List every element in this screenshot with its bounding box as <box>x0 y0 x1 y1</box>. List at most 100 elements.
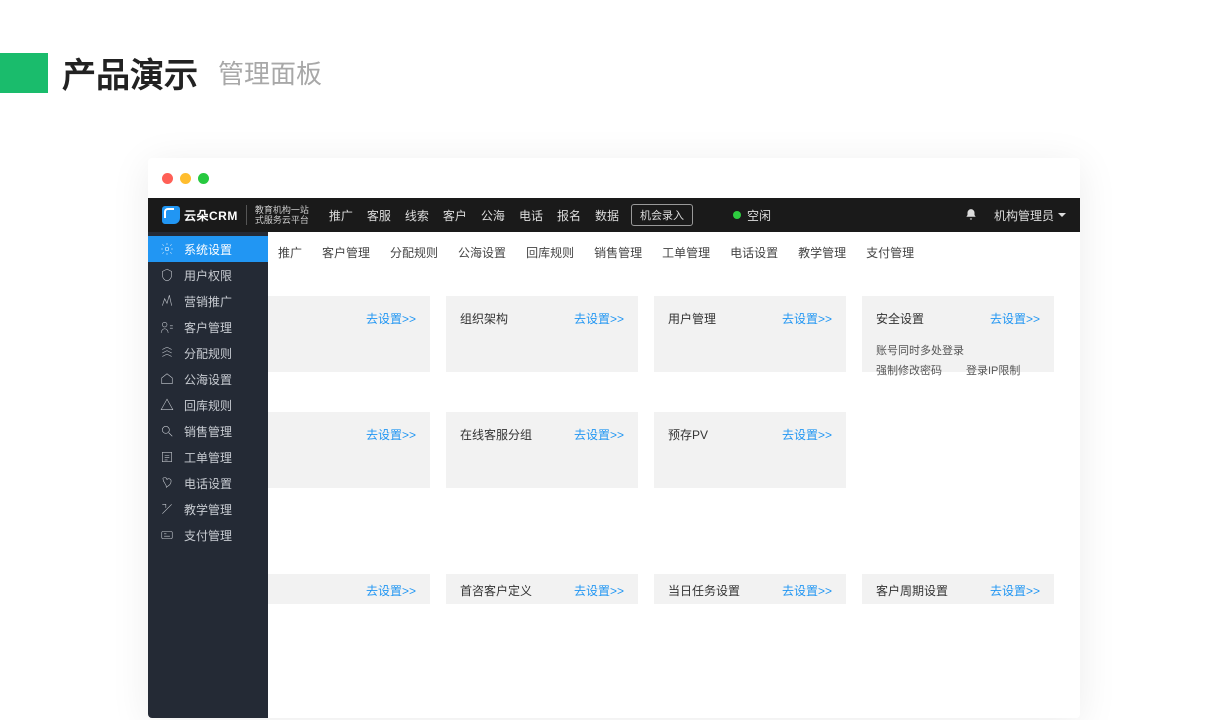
go-settings-link[interactable]: 去设置>> <box>366 426 416 443</box>
sub-item: 账号同时多处登录 <box>876 342 964 358</box>
nav-item-6[interactable]: 报名 <box>557 207 581 224</box>
tab-7[interactable]: 电话设置 <box>720 238 788 267</box>
go-settings-link[interactable]: 去设置>> <box>366 582 416 599</box>
go-settings-link[interactable]: 去设置>> <box>990 582 1040 599</box>
tab-8[interactable]: 教学管理 <box>788 238 856 267</box>
sidebar-icon <box>160 346 174 360</box>
top-nav: 云朵CRM 教育机构一站 式服务云平台 推广 客服 线索 客户 公海 电话 报名… <box>148 198 1080 232</box>
go-settings-link[interactable]: 去设置>> <box>990 310 1040 327</box>
card-r1-c4: 安全设置 去设置>> 账号同时多处登录 强制修改密码 登录IP限制 <box>862 296 1054 372</box>
window-dots-bar <box>148 158 1080 198</box>
sidebar-item-1[interactable]: 用户权限 <box>148 262 268 288</box>
body-row: 系统设置用户权限营销推广客户管理分配规则公海设置回库规则销售管理工单管理电话设置… <box>148 232 1080 718</box>
sidebar-icon <box>160 268 174 282</box>
go-settings-link[interactable]: 去设置>> <box>574 582 624 599</box>
card-r2-c2: 在线客服分组 去设置>> <box>446 412 638 488</box>
sidebar-icon <box>160 424 174 438</box>
minimize-dot-icon[interactable] <box>180 173 191 184</box>
logo-text: 云朵CRM <box>184 207 238 224</box>
card-title: 预存PV <box>668 428 708 442</box>
nav-item-0[interactable]: 推广 <box>329 207 353 224</box>
card-r3-c4: 客户周期设置 去设置>> <box>862 574 1054 604</box>
status-text: 空闲 <box>747 207 771 224</box>
maximize-dot-icon[interactable] <box>198 173 209 184</box>
card-r3-c2: 首咨客户定义 去设置>> <box>446 574 638 604</box>
tab-6[interactable]: 工单管理 <box>652 238 720 267</box>
user-menu[interactable]: 机构管理员 <box>994 207 1066 224</box>
sidebar-item-label: 系统设置 <box>184 241 232 258</box>
sub-item: 强制修改密码 <box>876 362 942 378</box>
logo-divider <box>246 205 247 225</box>
go-settings-link[interactable]: 去设置>> <box>782 582 832 599</box>
sidebar-item-2[interactable]: 营销推广 <box>148 288 268 314</box>
card-title: 首咨客户定义 <box>460 584 532 598</box>
tab-5[interactable]: 销售管理 <box>584 238 652 267</box>
sidebar-icon <box>160 294 174 308</box>
card-title: 当日任务设置 <box>668 584 740 598</box>
close-dot-icon[interactable] <box>162 173 173 184</box>
sidebar-item-8[interactable]: 工单管理 <box>148 444 268 470</box>
nav-item-3[interactable]: 客户 <box>443 207 467 224</box>
sidebar-item-9[interactable]: 电话设置 <box>148 470 268 496</box>
bell-icon[interactable] <box>964 208 978 222</box>
user-label: 机构管理员 <box>994 207 1054 224</box>
tab-2[interactable]: 分配规则 <box>380 238 448 267</box>
sidebar: 系统设置用户权限营销推广客户管理分配规则公海设置回库规则销售管理工单管理电话设置… <box>148 232 268 718</box>
sidebar-item-7[interactable]: 销售管理 <box>148 418 268 444</box>
status-dot-icon <box>733 211 741 219</box>
sidebar-item-label: 工单管理 <box>184 449 232 466</box>
card-row-1: 去设置>> 组织架构 去设置>> 用户管理 去设置>> 安全设置 去设置>> <box>268 296 1080 372</box>
nav-item-1[interactable]: 客服 <box>367 207 391 224</box>
sidebar-item-label: 回库规则 <box>184 397 232 414</box>
sidebar-icon <box>160 528 174 542</box>
sidebar-item-11[interactable]: 支付管理 <box>148 522 268 548</box>
card-r3-c1: 去设置>> <box>268 574 430 604</box>
go-settings-link[interactable]: 去设置>> <box>574 426 624 443</box>
sidebar-item-6[interactable]: 回库规则 <box>148 392 268 418</box>
card-r1-c1: 去设置>> <box>268 296 430 372</box>
sidebar-item-label: 公海设置 <box>184 371 232 388</box>
tab-4[interactable]: 回库规则 <box>516 238 584 267</box>
card-title: 在线客服分组 <box>460 428 532 442</box>
card-r2-c3: 预存PV 去设置>> <box>654 412 846 488</box>
card-r1-c2: 组织架构 去设置>> <box>446 296 638 372</box>
sidebar-icon <box>160 242 174 256</box>
nav-item-7[interactable]: 数据 <box>595 207 619 224</box>
cloud-logo-icon <box>162 206 180 224</box>
nav-item-4[interactable]: 公海 <box>481 207 505 224</box>
tab-3[interactable]: 公海设置 <box>448 238 516 267</box>
sidebar-item-0[interactable]: 系统设置 <box>148 236 268 262</box>
go-settings-link[interactable]: 去设置>> <box>366 310 416 327</box>
sidebar-icon <box>160 372 174 386</box>
go-settings-link[interactable]: 去设置>> <box>574 310 624 327</box>
chevron-down-icon <box>1058 213 1066 217</box>
app-frame: 云朵CRM 教育机构一站 式服务云平台 推广 客服 线索 客户 公海 电话 报名… <box>148 158 1080 718</box>
tabs-row: 推广客户管理分配规则公海设置回库规则销售管理工单管理电话设置教学管理支付管理 <box>268 232 1080 272</box>
sidebar-icon <box>160 502 174 516</box>
card-sub-row1: 账号同时多处登录 <box>876 342 1040 358</box>
card-r2-c1: 去设置>> <box>268 412 430 488</box>
tab-9[interactable]: 支付管理 <box>856 238 924 267</box>
page-title-sub: 管理面板 <box>218 54 322 91</box>
card-r1-c3: 用户管理 去设置>> <box>654 296 846 372</box>
go-settings-link[interactable]: 去设置>> <box>782 426 832 443</box>
go-settings-link[interactable]: 去设置>> <box>782 310 832 327</box>
nav-item-2[interactable]: 线索 <box>405 207 429 224</box>
nav-item-5[interactable]: 电话 <box>519 207 543 224</box>
tab-1[interactable]: 客户管理 <box>312 238 380 267</box>
card-title: 安全设置 <box>876 312 924 326</box>
logo: 云朵CRM 教育机构一站 式服务云平台 <box>162 205 309 225</box>
card-title: 用户管理 <box>668 312 716 326</box>
sidebar-item-10[interactable]: 教学管理 <box>148 496 268 522</box>
sidebar-item-label: 电话设置 <box>184 475 232 492</box>
sidebar-item-5[interactable]: 公海设置 <box>148 366 268 392</box>
sidebar-icon <box>160 398 174 412</box>
sidebar-item-4[interactable]: 分配规则 <box>148 340 268 366</box>
tab-0[interactable]: 推广 <box>268 238 312 267</box>
sidebar-item-label: 销售管理 <box>184 423 232 440</box>
sidebar-item-3[interactable]: 客户管理 <box>148 314 268 340</box>
card-title: 组织架构 <box>460 312 508 326</box>
nav-right: 机构管理员 <box>964 207 1066 224</box>
page-title-area: 产品演示 管理面板 <box>0 0 1210 129</box>
record-opportunity-button[interactable]: 机会录入 <box>631 204 693 226</box>
